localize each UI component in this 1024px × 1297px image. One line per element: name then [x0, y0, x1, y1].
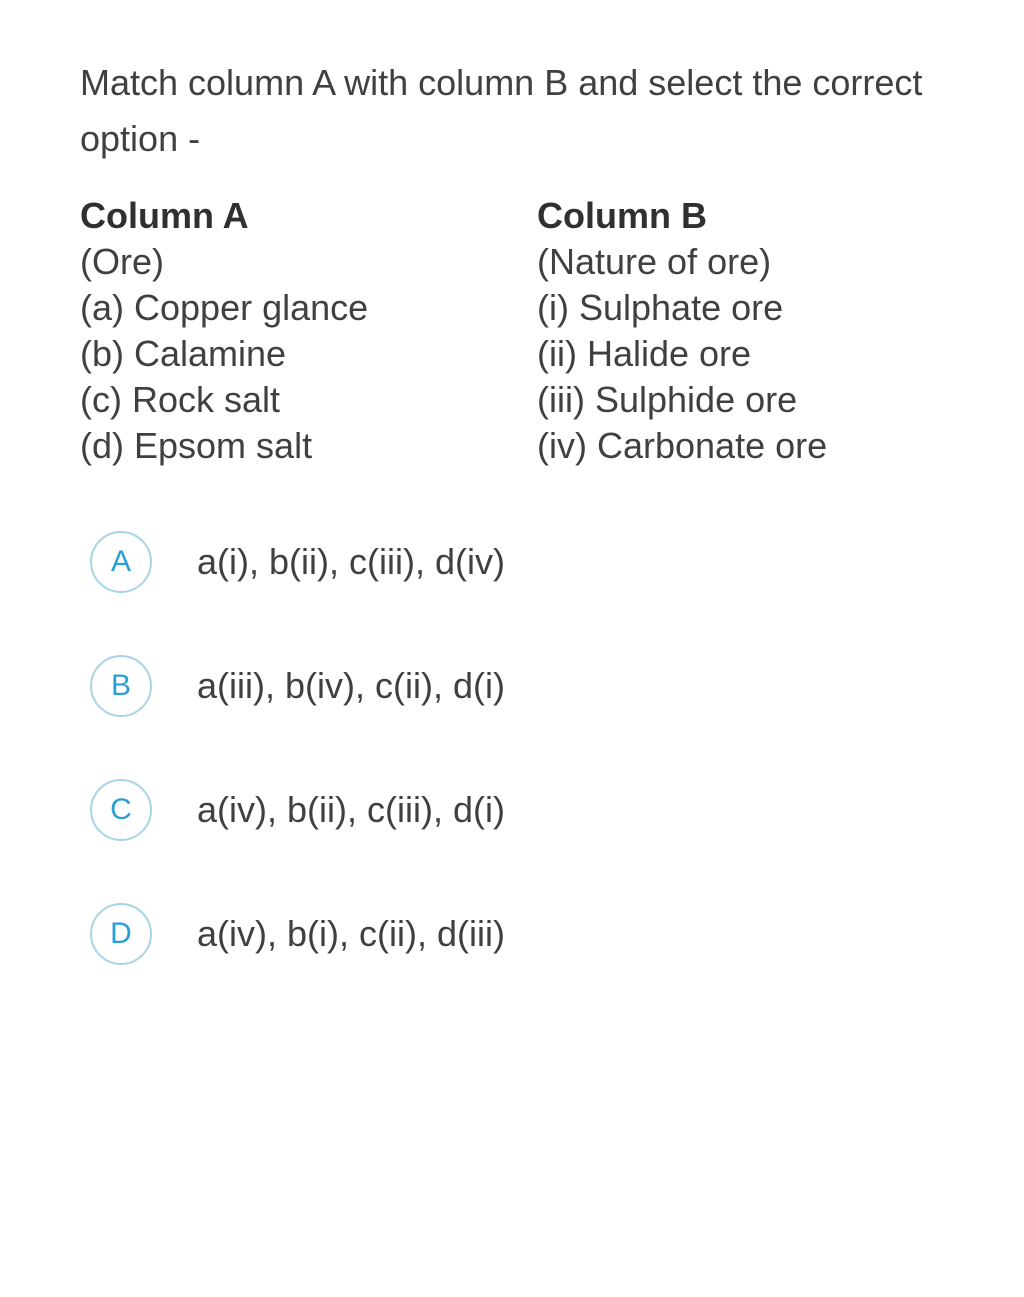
option-text: a(i), b(ii), c(iii), d(iv) — [197, 541, 505, 583]
column-b-item: (iii) Sulphide ore — [537, 379, 964, 421]
column-b-subheading: (Nature of ore) — [537, 241, 964, 283]
column-b-item: (ii) Halide ore — [537, 333, 964, 375]
answer-options: A a(i), b(ii), c(iii), d(iv) B a(iii), b… — [80, 531, 964, 965]
column-a-subheading: (Ore) — [80, 241, 507, 283]
option-c[interactable]: C a(iv), b(ii), c(iii), d(i) — [90, 779, 964, 841]
question-prompt: Match column A with column B and select … — [80, 55, 964, 167]
columns-wrapper: Column A (Ore) (a) Copper glance (b) Cal… — [80, 195, 964, 471]
option-b[interactable]: B a(iii), b(iv), c(ii), d(i) — [90, 655, 964, 717]
column-b-item: (i) Sulphate ore — [537, 287, 964, 329]
option-badge: D — [90, 903, 152, 965]
option-text: a(iv), b(ii), c(iii), d(i) — [197, 789, 505, 831]
option-d[interactable]: D a(iv), b(i), c(ii), d(iii) — [90, 903, 964, 965]
option-text: a(iii), b(iv), c(ii), d(i) — [197, 665, 505, 707]
column-a-item: (d) Epsom salt — [80, 425, 507, 467]
column-a-item: (b) Calamine — [80, 333, 507, 375]
option-badge: C — [90, 779, 152, 841]
option-a[interactable]: A a(i), b(ii), c(iii), d(iv) — [90, 531, 964, 593]
column-a-heading: Column A — [80, 195, 507, 237]
column-a: Column A (Ore) (a) Copper glance (b) Cal… — [80, 195, 507, 471]
option-text: a(iv), b(i), c(ii), d(iii) — [197, 913, 505, 955]
column-a-item: (a) Copper glance — [80, 287, 507, 329]
column-b-heading: Column B — [537, 195, 964, 237]
column-b: Column B (Nature of ore) (i) Sulphate or… — [537, 195, 964, 471]
option-badge: A — [90, 531, 152, 593]
column-a-item: (c) Rock salt — [80, 379, 507, 421]
option-badge: B — [90, 655, 152, 717]
column-b-item: (iv) Carbonate ore — [537, 425, 964, 467]
